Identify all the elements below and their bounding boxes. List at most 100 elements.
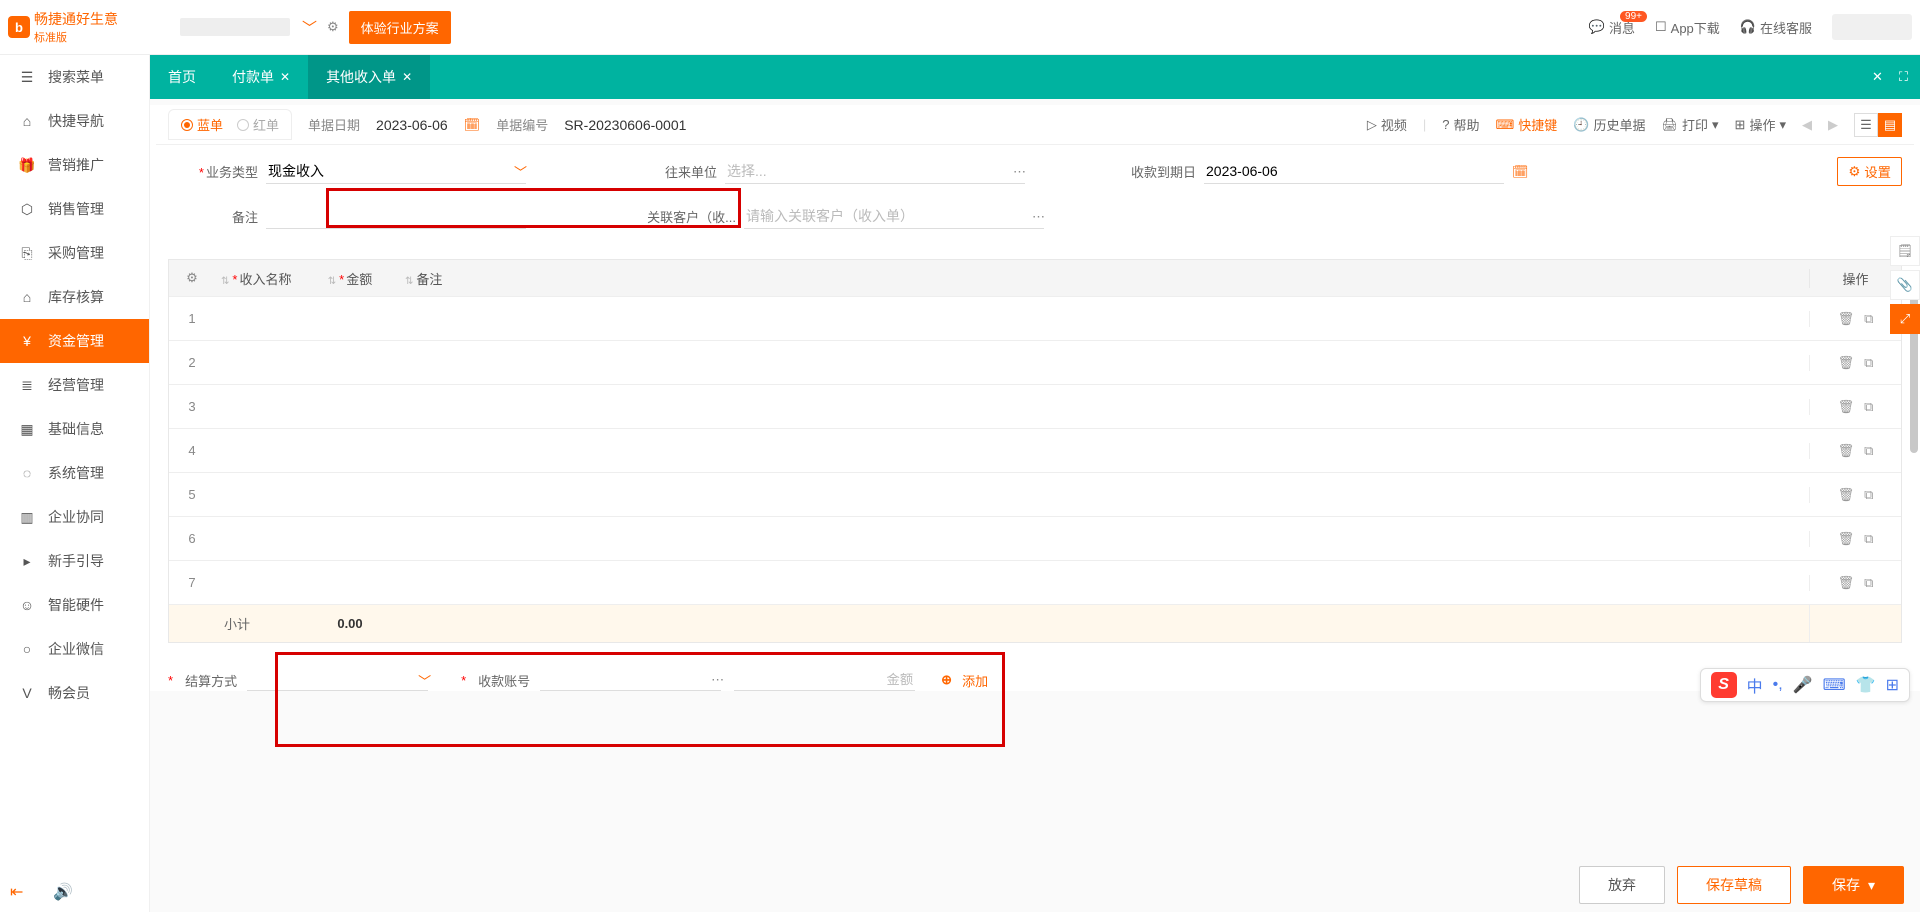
sidebar-item-8[interactable]: ▦基础信息: [0, 407, 149, 451]
attach-tool-icon[interactable]: 📎: [1890, 270, 1920, 300]
remark-input[interactable]: [266, 204, 526, 229]
settle-method-input[interactable]: [247, 669, 428, 691]
sidebar-item-10[interactable]: ▥企业协同: [0, 495, 149, 539]
sidebar-item-1[interactable]: ⌂快捷导航: [0, 99, 149, 143]
tab-other-income[interactable]: 其他收入单✕: [308, 55, 430, 99]
table-row[interactable]: 1🗑⧉: [169, 296, 1901, 340]
more-icon[interactable]: ⋯: [711, 672, 724, 688]
collapse-icon[interactable]: ⇤: [10, 882, 23, 902]
user-avatar[interactable]: [1832, 14, 1912, 40]
copy-icon[interactable]: ⧉: [1864, 531, 1873, 547]
sidebar-item-5[interactable]: ⌂库存核算: [0, 275, 149, 319]
radio-red[interactable]: 红单: [237, 115, 279, 134]
add-link[interactable]: 添加: [962, 671, 988, 690]
video-link[interactable]: ▷视频: [1367, 115, 1407, 134]
table-row[interactable]: 4🗑⧉: [169, 428, 1901, 472]
tabs-close-icon[interactable]: ✕: [1866, 65, 1889, 89]
sidebar-item-11[interactable]: ▸新手引导: [0, 539, 149, 583]
table-row[interactable]: 5🗑⧉: [169, 472, 1901, 516]
help-link[interactable]: ?帮助: [1442, 115, 1479, 134]
date-value[interactable]: 2023-06-06: [376, 117, 448, 133]
copy-icon[interactable]: ⧉: [1864, 355, 1873, 371]
sidebar-item-4[interactable]: ⎘采购管理: [0, 231, 149, 275]
prev-icon[interactable]: ◀: [1802, 117, 1812, 133]
list-view-icon[interactable]: ☰: [1854, 113, 1878, 137]
settle-acct-input[interactable]: [540, 669, 721, 691]
delete-icon[interactable]: 🗑: [1838, 531, 1855, 547]
delete-icon[interactable]: 🗑: [1838, 399, 1855, 415]
expand-tool-icon[interactable]: ⤢: [1890, 304, 1920, 334]
company-dropdown[interactable]: ﹀: [180, 17, 317, 38]
ime-skin-icon[interactable]: 👕: [1856, 675, 1876, 695]
copy-icon[interactable]: ⧉: [1864, 575, 1873, 591]
col-remark[interactable]: ⇅备注: [395, 269, 1809, 288]
tab-home[interactable]: 首页: [150, 55, 214, 99]
sidebar-item-9[interactable]: ◌系统管理: [0, 451, 149, 495]
next-icon[interactable]: ▶: [1828, 117, 1838, 133]
more-icon[interactable]: ⋯: [1013, 164, 1026, 180]
col-amount[interactable]: ⇅*金额: [305, 269, 395, 288]
support-link[interactable]: 🎧在线客服: [1740, 18, 1812, 37]
radio-blue[interactable]: 蓝单: [181, 115, 223, 134]
messages-link[interactable]: 💬 消息 99+: [1589, 18, 1635, 37]
save-draft-button[interactable]: 保存草稿: [1677, 866, 1791, 904]
rel-input[interactable]: [744, 204, 1044, 229]
sidebar-item-2[interactable]: 🎁营销推广: [0, 143, 149, 187]
card-view-icon[interactable]: ▤: [1878, 113, 1902, 137]
settle-amount-input[interactable]: [734, 669, 915, 691]
col-income-name[interactable]: ⇅*收入名称: [215, 269, 305, 288]
ime-keyboard-icon[interactable]: ⌨: [1823, 675, 1846, 695]
delete-icon[interactable]: 🗑: [1838, 575, 1855, 591]
tab-payment[interactable]: 付款单✕: [214, 55, 308, 99]
calendar-icon[interactable]: 🗓: [464, 117, 481, 133]
delete-icon[interactable]: 🗑: [1838, 355, 1855, 371]
table-row[interactable]: 6🗑⧉: [169, 516, 1901, 560]
close-icon[interactable]: ✕: [280, 70, 290, 84]
sidebar-item-12[interactable]: ☺智能硬件: [0, 583, 149, 627]
print-link[interactable]: 🖨打印 ▾: [1661, 115, 1718, 134]
calendar-icon[interactable]: 🗓: [1512, 164, 1529, 180]
app-download-link[interactable]: ☐App下载: [1655, 18, 1720, 37]
copy-icon[interactable]: ⧉: [1864, 487, 1873, 503]
logo[interactable]: b 畅捷通好生意 标准版: [8, 9, 150, 45]
delete-icon[interactable]: 🗑: [1838, 487, 1855, 503]
ime-punct-icon[interactable]: •,: [1773, 676, 1783, 694]
ime-mic-icon[interactable]: 🎤: [1793, 675, 1813, 695]
shortcut-link[interactable]: ⌨快捷键: [1496, 115, 1558, 134]
delete-icon[interactable]: 🗑: [1838, 311, 1855, 327]
sidebar-item-14[interactable]: V畅会员: [0, 671, 149, 715]
party-input[interactable]: [725, 159, 1025, 184]
ime-lang[interactable]: 中: [1747, 673, 1763, 697]
gear-icon[interactable]: ⚙: [327, 19, 339, 35]
table-row[interactable]: 7🗑⧉: [169, 560, 1901, 604]
table-row[interactable]: 2🗑⧉: [169, 340, 1901, 384]
sidebar-item-3[interactable]: ⬡销售管理: [0, 187, 149, 231]
note-tool-icon[interactable]: 🗒: [1890, 236, 1920, 266]
discard-button[interactable]: 放弃: [1579, 866, 1665, 904]
close-icon[interactable]: ✕: [402, 70, 412, 84]
biz-type-input[interactable]: [266, 159, 526, 184]
copy-icon[interactable]: ⧉: [1864, 399, 1873, 415]
history-link[interactable]: 🕘历史单据: [1573, 115, 1645, 134]
ime-toolbar[interactable]: S 中 •, 🎤 ⌨ 👕 ⊞: [1700, 668, 1910, 702]
ime-toolbox-icon[interactable]: ⊞: [1886, 675, 1899, 695]
copy-icon[interactable]: ⧉: [1864, 311, 1873, 327]
table-row[interactable]: 3🗑⧉: [169, 384, 1901, 428]
chevron-down-icon[interactable]: ﹀: [514, 162, 527, 181]
fullscreen-icon[interactable]: ⛶: [1893, 65, 1914, 89]
sound-icon[interactable]: 🔊: [53, 882, 73, 902]
settings-button[interactable]: ⚙设置: [1837, 157, 1902, 186]
plus-icon[interactable]: ⊕: [941, 672, 952, 688]
gear-column-icon[interactable]: ⚙: [169, 270, 215, 286]
chevron-down-icon[interactable]: ﹀: [418, 671, 431, 690]
sidebar-item-7[interactable]: ≣经营管理: [0, 363, 149, 407]
delete-icon[interactable]: 🗑: [1838, 443, 1855, 459]
sidebar-item-13[interactable]: ○企业微信: [0, 627, 149, 671]
ops-link[interactable]: ⊞操作 ▾: [1735, 115, 1786, 134]
trial-button[interactable]: 体验行业方案: [349, 11, 451, 44]
more-icon[interactable]: ⋯: [1032, 209, 1045, 225]
sidebar-item-6[interactable]: ¥资金管理: [0, 319, 149, 363]
sidebar-item-0[interactable]: ☰搜索菜单: [0, 55, 149, 99]
save-button[interactable]: 保存▾: [1803, 866, 1904, 904]
copy-icon[interactable]: ⧉: [1864, 443, 1873, 459]
